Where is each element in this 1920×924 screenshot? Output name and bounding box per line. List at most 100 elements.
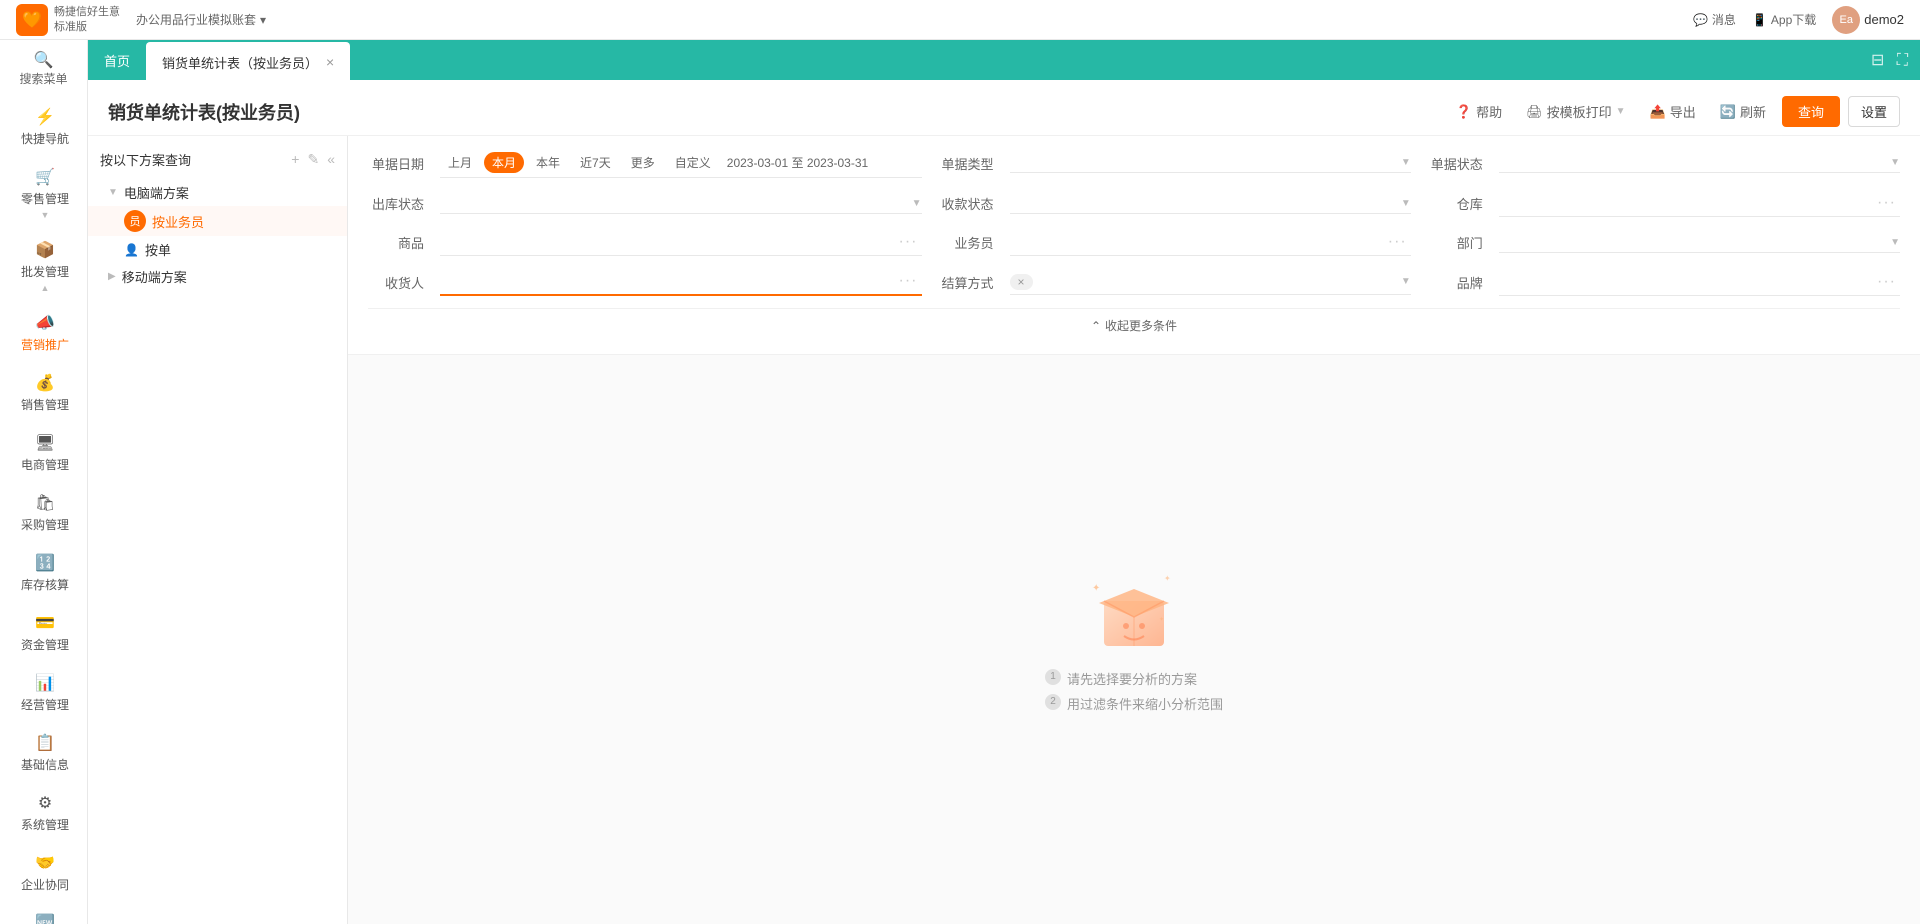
query-button[interactable]: 查询 — [1782, 96, 1840, 127]
product-dots[interactable]: ··· — [895, 233, 922, 251]
sidebar-item-enterprise[interactable]: 🤝 企业协同 — [0, 843, 87, 903]
sidebar-item-operations[interactable]: 📊 经营管理 — [0, 663, 87, 723]
message-icon: 💬 — [1693, 13, 1708, 27]
doc-status-filter[interactable]: ▼ — [1499, 153, 1900, 173]
payment-status-filter[interactable]: ▼ — [1010, 194, 1411, 214]
help-button[interactable]: ❓ 帮助 — [1448, 98, 1510, 125]
left-panel: 按以下方案查询 + ✎ « ▼ 电脑端方案 — [88, 136, 348, 924]
receiver-label: 收货人 — [368, 273, 424, 292]
staff-dots[interactable]: ··· — [1384, 233, 1411, 251]
app-dropdown[interactable]: 办公用品行业模拟账套 ▾ — [128, 11, 274, 28]
ship-status-label: 出库状态 — [368, 194, 424, 213]
tree-item-by-order[interactable]: 👤 按单 — [88, 236, 347, 263]
basic-info-icon: 📋 — [35, 733, 55, 753]
help-icon: ❓ — [1456, 104, 1472, 120]
tab-sales-stats[interactable]: 销货单统计表（按业务员） × — [146, 42, 350, 82]
refresh-button[interactable]: 🔄 刷新 — [1712, 98, 1774, 125]
payment-status-arrow: ▼ — [1401, 198, 1411, 209]
by-staff-label: 按业务员 — [152, 212, 204, 231]
logo-area[interactable]: 🧡 畅捷信好生意 标准版 — [16, 4, 120, 36]
sidebar-item-sales[interactable]: 💰 销售管理 — [0, 363, 87, 423]
warehouse-filter[interactable]: ··· — [1499, 190, 1900, 217]
message-button[interactable]: 💬 消息 — [1693, 11, 1736, 28]
sidebar-item-marketing[interactable]: 📣 营销推广 — [0, 303, 87, 363]
top-bar-right: 💬 消息 📱 App下载 Ea demo2 — [1693, 6, 1904, 34]
tree-arrow-desktop: ▼ — [108, 187, 118, 198]
sidebar-item-purchase[interactable]: 🛍 采购管理 — [0, 483, 87, 543]
warehouse-dots[interactable]: ··· — [1873, 194, 1900, 212]
edit-scheme-icon[interactable]: ✎ — [307, 151, 319, 168]
sidebar-item-inventory[interactable]: 🔢 库存核算 — [0, 543, 87, 603]
maximize-button[interactable]: ⊟ ⛶ — [1859, 50, 1920, 70]
staff-filter[interactable]: ··· — [1010, 229, 1411, 256]
empty-hints: 1 请先选择要分析的方案 2 用过滤条件来缩小分析范围 — [1045, 669, 1223, 719]
date-last7[interactable]: 近7天 — [572, 152, 619, 173]
svg-text:✦: ✦ — [1092, 583, 1100, 594]
add-scheme-icon[interactable]: + — [291, 151, 299, 168]
settlement-filter[interactable]: × ▼ — [1010, 270, 1411, 295]
tab-home[interactable]: 首页 — [88, 40, 146, 80]
ship-status-filter[interactable]: ▼ — [440, 194, 922, 214]
search-menu-button[interactable]: 🔍 搜索菜单 — [0, 40, 87, 97]
filter-section: 单据日期 上月 本月 本年 近7天 更多 自定义 — [348, 136, 1920, 354]
app-download-button[interactable]: 📱 App下载 — [1752, 11, 1816, 28]
sidebar-item-shortcuts[interactable]: ⚡ 快捷导航 — [0, 97, 87, 157]
sidebar-item-newuser[interactable]: 🆕 新手引导 — [0, 903, 87, 924]
sidebar-item-finance[interactable]: 💳 资金管理 — [0, 603, 87, 663]
main-layout: 🔍 搜索菜单 ⚡ 快捷导航 🛒 零售管理 ▼ 📦 批发管理 ▲ 📣 营销推广 — [0, 40, 1920, 924]
sidebar-item-ecommerce[interactable]: 🖥 电商管理 — [0, 423, 87, 483]
sidebar-item-system[interactable]: ⚙ 系统管理 — [0, 783, 87, 843]
collapse-filters-button[interactable]: ⌃ 收起更多条件 — [368, 308, 1900, 342]
date-this-year[interactable]: 本年 — [528, 152, 568, 173]
enterprise-icon: 🤝 — [35, 853, 55, 873]
filter-row-2: 出库状态 ▼ 收款状态 ▼ 仓库 ··· — [368, 190, 1900, 217]
sidebar-item-wholesale[interactable]: 📦 批发管理 ▲ — [0, 230, 87, 303]
sidebar-item-basic-info[interactable]: 📋 基础信息 — [0, 723, 87, 783]
tree-item-mobile[interactable]: ▶ 移动端方案 — [88, 263, 347, 290]
newuser-icon: 🆕 — [35, 913, 55, 924]
date-more[interactable]: 更多 — [623, 152, 663, 173]
download-icon: 📱 — [1752, 13, 1767, 27]
right-panel: 单据日期 上月 本月 本年 近7天 更多 自定义 — [348, 136, 1920, 924]
staff-label: 业务员 — [938, 233, 994, 252]
receiver-filter[interactable]: ··· — [440, 268, 922, 296]
left-panel-header: 按以下方案查询 + ✎ « — [88, 144, 347, 175]
inventory-icon: 🔢 — [35, 553, 55, 573]
brand-dots[interactable]: ··· — [1873, 273, 1900, 291]
tree-item-by-staff[interactable]: 员 按业务员 — [88, 206, 347, 236]
date-last-month[interactable]: 上月 — [440, 152, 480, 173]
department-filter[interactable]: ▼ — [1499, 233, 1900, 253]
receiver-dots[interactable]: ··· — [895, 272, 922, 290]
doc-status-arrow: ▼ — [1890, 157, 1900, 168]
tree-item-desktop[interactable]: ▼ 电脑端方案 — [88, 179, 347, 206]
date-tabs: 上月 本月 本年 近7天 更多 自定义 — [440, 152, 719, 173]
page-title: 销货单统计表(按业务员) — [108, 99, 300, 125]
export-button[interactable]: 📤 导出 — [1642, 98, 1704, 125]
tree-arrow-mobile: ▶ — [108, 271, 116, 282]
app-name: 办公用品行业模拟账套 — [136, 11, 256, 28]
svg-text:✦: ✦ — [1159, 616, 1164, 623]
marketing-icon: 📣 — [35, 313, 55, 333]
doc-type-filter[interactable]: ▼ — [1010, 153, 1411, 173]
product-filter[interactable]: ··· — [440, 229, 922, 256]
brand-label: 品牌 — [1427, 273, 1483, 292]
date-custom[interactable]: 自定义 — [667, 152, 719, 173]
template-print-label: 按模板打印 — [1547, 102, 1612, 121]
date-this-month[interactable]: 本月 — [484, 152, 524, 173]
settlement-clear-icon[interactable]: × — [1018, 275, 1025, 289]
sidebar-item-retail[interactable]: 🛒 零售管理 ▼ — [0, 157, 87, 230]
template-print-button[interactable]: 🖨 按模板打印 ▼ — [1518, 98, 1633, 125]
warehouse-label: 仓库 — [1427, 194, 1483, 213]
brand-filter[interactable]: ··· — [1499, 269, 1900, 296]
user-avatar: Ea — [1832, 6, 1860, 34]
doc-type-label: 单据类型 — [938, 154, 994, 173]
collapse-panel-icon[interactable]: « — [327, 151, 335, 168]
tab-close-button[interactable]: × — [326, 54, 334, 70]
tab-bar: 首页 销货单统计表（按业务员） × ⊟ ⛶ — [88, 40, 1920, 80]
filter-row-4: 收货人 ··· 结算方式 × ▼ — [368, 268, 1900, 296]
user-area[interactable]: Ea demo2 — [1832, 6, 1904, 34]
settlement-clear-tag[interactable]: × — [1010, 274, 1033, 290]
settings-button[interactable]: 设置 — [1848, 96, 1900, 127]
empty-state-area: ✦ ✦ ✦ 1 — [348, 355, 1920, 924]
maximize-icon: ⛶ — [1897, 52, 1908, 69]
